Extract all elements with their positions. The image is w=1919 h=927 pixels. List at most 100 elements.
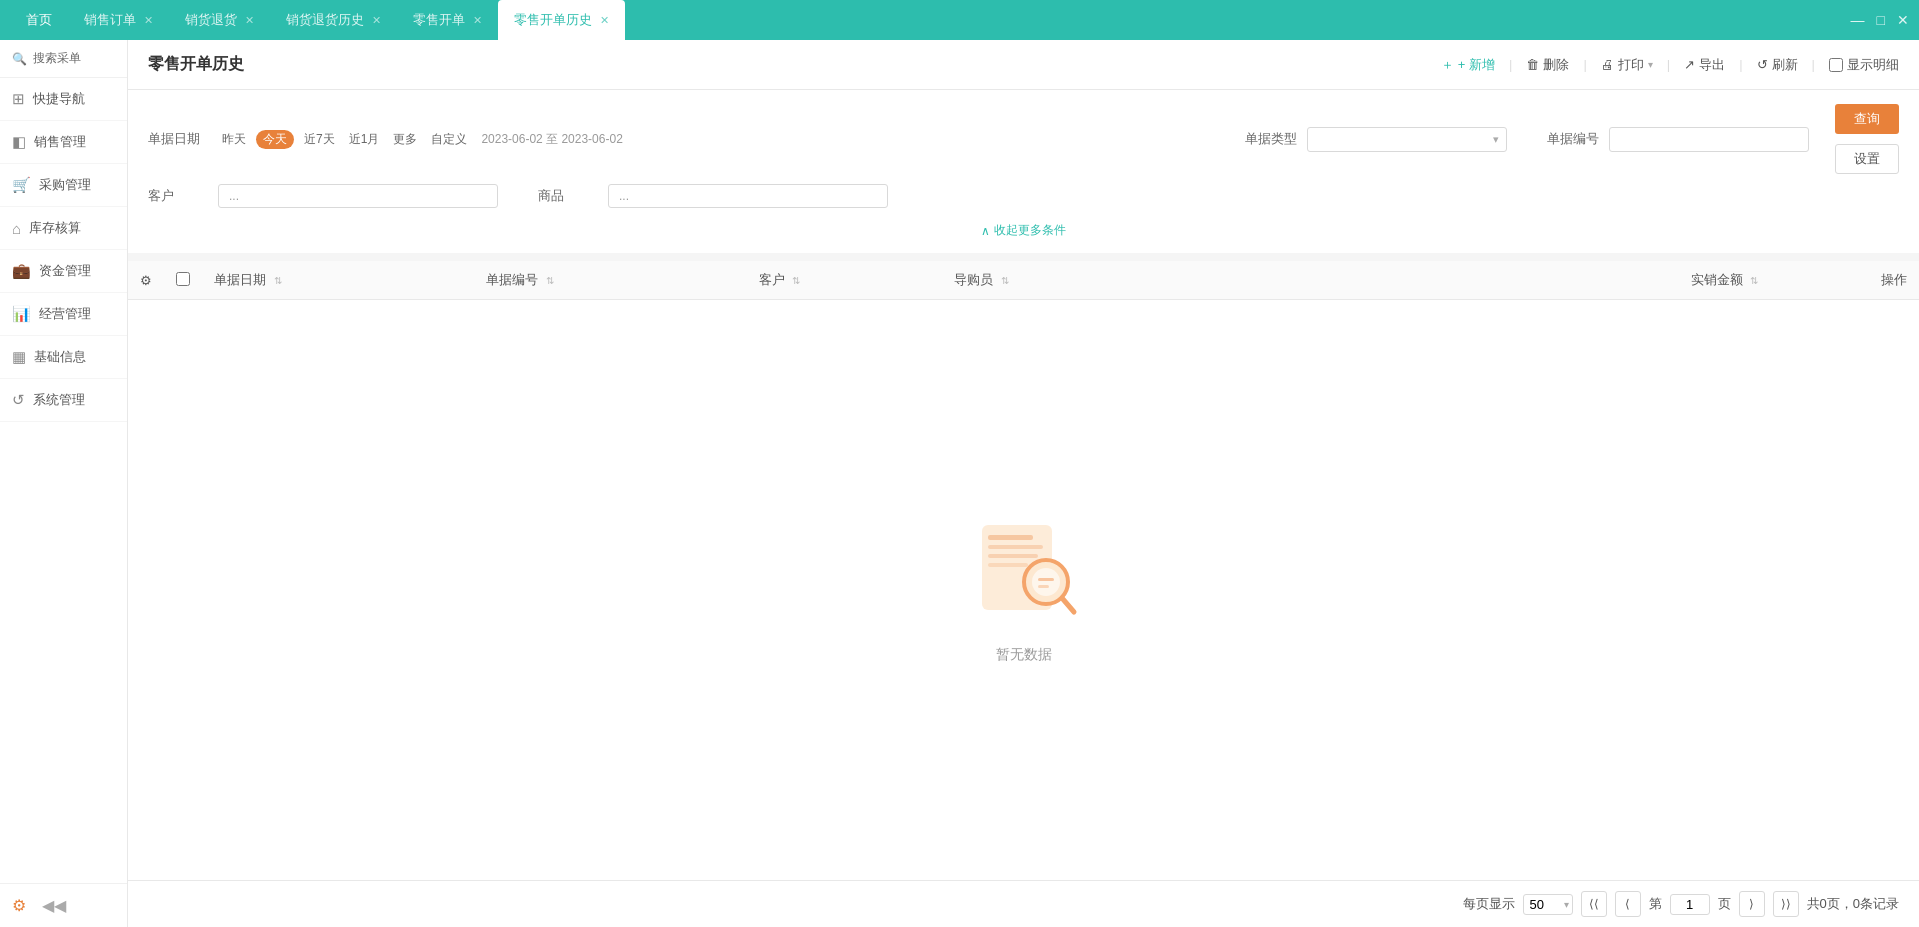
- no-sort-icon[interactable]: ⇅: [546, 275, 554, 286]
- amount-col-label: 实销金额: [1691, 272, 1743, 287]
- no-col-label: 单据编号: [486, 272, 538, 287]
- close-tab-retail-open-history[interactable]: ✕: [600, 14, 609, 27]
- maximize-btn[interactable]: □: [1877, 12, 1885, 28]
- tab-sales-return-history[interactable]: 销货退货历史 ✕: [270, 0, 397, 40]
- amount-sort-icon[interactable]: ⇅: [1750, 275, 1758, 286]
- sidebar-settings-icon[interactable]: ⚙: [12, 896, 26, 915]
- sidebar-search[interactable]: 🔍 搜索采单: [0, 40, 127, 78]
- date-today[interactable]: 今天: [256, 130, 294, 149]
- page-number-input[interactable]: [1670, 894, 1710, 915]
- sidebar-item-purchase-mgmt[interactable]: 🛒 采购管理: [0, 164, 127, 207]
- header-date[interactable]: 单据日期 ⇅: [202, 261, 474, 300]
- minimize-btn[interactable]: —: [1851, 12, 1865, 28]
- header-checkbox[interactable]: [164, 261, 202, 300]
- settings-button[interactable]: 设置: [1835, 144, 1899, 174]
- page-title: 零售开单历史: [148, 54, 244, 89]
- header-no[interactable]: 单据编号 ⇅: [474, 261, 746, 300]
- date-more[interactable]: 更多: [389, 129, 421, 150]
- sidebar-item-quick-nav[interactable]: ⊞ 快捷导航: [0, 78, 127, 121]
- collapse-up-icon: ∧: [981, 224, 990, 238]
- prev-page-btn[interactable]: ⟨: [1615, 891, 1641, 917]
- collapse-more-btn[interactable]: ∧ 收起更多条件: [148, 218, 1899, 245]
- select-all-checkbox[interactable]: [176, 272, 190, 286]
- svg-rect-3: [988, 554, 1038, 558]
- last-page-btn[interactable]: ⟩⟩: [1773, 891, 1799, 917]
- page-suffix: 页: [1718, 895, 1731, 913]
- date-custom[interactable]: 自定义: [427, 129, 471, 150]
- action-col-label: 操作: [1881, 272, 1907, 287]
- page-header: 零售开单历史 ＋ + 新增 | 🗑 删除 | 🖨 打印 ▾ |: [128, 40, 1919, 90]
- display-detail-checkbox-area: 显示明细: [1829, 56, 1899, 74]
- page-label: 第: [1649, 895, 1662, 913]
- goods-input[interactable]: ...: [608, 184, 888, 208]
- sidebar-collapse-icon[interactable]: ◀◀: [42, 896, 66, 915]
- sales-icon: ◧: [12, 133, 26, 151]
- inventory-icon: ⌂: [12, 220, 21, 237]
- sidebar-item-finance[interactable]: 💼 资金管理: [0, 250, 127, 293]
- table-settings-icon[interactable]: ⚙: [140, 273, 152, 288]
- print-button[interactable]: 🖨 打印 ▾: [1601, 56, 1653, 74]
- next-page-btn[interactable]: ⟩: [1739, 891, 1765, 917]
- delete-icon: 🗑: [1526, 57, 1539, 72]
- goods-label: 商品: [538, 187, 598, 205]
- date-yesterday[interactable]: 昨天: [218, 129, 250, 150]
- window-controls: — □ ✕: [1851, 12, 1909, 28]
- add-button[interactable]: ＋ + 新增: [1441, 56, 1495, 74]
- search-icon: 🔍: [12, 52, 27, 66]
- toolbar: ＋ + 新增 | 🗑 删除 | 🖨 打印 ▾ | ↗ 导出: [1441, 56, 1899, 88]
- per-page-select[interactable]: 50 10 20 100: [1523, 894, 1573, 915]
- refresh-button[interactable]: ↺ 刷新: [1757, 56, 1798, 74]
- tab-retail-open[interactable]: 零售开单 ✕: [397, 0, 498, 40]
- tab-retail-open-history[interactable]: 零售开单历史 ✕: [498, 0, 625, 40]
- close-tab-sales-return[interactable]: ✕: [245, 14, 254, 27]
- finance-icon: 💼: [12, 262, 31, 280]
- data-table: ⚙ 单据日期 ⇅ 单据编号 ⇅: [128, 261, 1919, 300]
- tab-sales-return[interactable]: 销货退货 ✕: [169, 0, 270, 40]
- operations-icon: 📊: [12, 305, 31, 323]
- header-customer[interactable]: 客户 ⇅: [747, 261, 942, 300]
- date-7days[interactable]: 近7天: [300, 129, 339, 150]
- quick-nav-icon: ⊞: [12, 90, 25, 108]
- sidebar-item-sales-mgmt[interactable]: ◧ 销售管理: [0, 121, 127, 164]
- guide-sort-icon[interactable]: ⇅: [1001, 275, 1009, 286]
- delete-button[interactable]: 🗑 删除: [1526, 56, 1569, 74]
- doc-no-input[interactable]: [1609, 127, 1809, 152]
- system-icon: ↺: [12, 391, 25, 409]
- header-settings[interactable]: ⚙: [128, 261, 164, 300]
- content-area: 零售开单历史 ＋ + 新增 | 🗑 删除 | 🖨 打印 ▾ |: [128, 40, 1919, 927]
- header-amount[interactable]: 实销金额 ⇅: [1176, 261, 1771, 300]
- sidebar-item-system[interactable]: ↺ 系统管理: [0, 379, 127, 422]
- per-page-select-wrap: 50 10 20 100: [1523, 894, 1573, 915]
- sidebar-item-operations[interactable]: 📊 经营管理: [0, 293, 127, 336]
- display-detail-checkbox[interactable]: [1829, 58, 1843, 72]
- export-button[interactable]: ↗ 导出: [1684, 56, 1725, 74]
- guide-col-label: 导购员: [954, 272, 993, 287]
- empty-state: 暂无数据: [128, 300, 1919, 880]
- tab-bar: 首页 销售订单 ✕ 销货退货 ✕ 销货退货历史 ✕ 零售开单 ✕ 零售开单历史 …: [0, 0, 1919, 40]
- tab-home[interactable]: 首页: [10, 0, 68, 40]
- sidebar-item-inventory[interactable]: ⌂ 库存核算: [0, 207, 127, 250]
- close-tab-sales-return-history[interactable]: ✕: [372, 14, 381, 27]
- header-guide[interactable]: 导购员 ⇅: [942, 261, 1176, 300]
- customer-sort-icon[interactable]: ⇅: [792, 275, 800, 286]
- doc-no-label: 单据编号: [1547, 130, 1599, 148]
- sidebar-item-basic-info[interactable]: ▦ 基础信息: [0, 336, 127, 379]
- close-btn[interactable]: ✕: [1897, 12, 1909, 28]
- print-icon: 🖨: [1601, 57, 1614, 72]
- export-icon: ↗: [1684, 57, 1695, 72]
- svg-rect-2: [988, 545, 1043, 549]
- customer-input[interactable]: ...: [218, 184, 498, 208]
- close-tab-retail-open[interactable]: ✕: [473, 14, 482, 27]
- svg-rect-9: [1038, 585, 1049, 588]
- doc-type-select[interactable]: [1307, 127, 1507, 152]
- svg-rect-4: [988, 563, 1028, 567]
- sidebar-bottom: ⚙ ◀◀: [0, 883, 127, 927]
- header-action: 操作: [1770, 261, 1919, 300]
- query-button[interactable]: 查询: [1835, 104, 1899, 134]
- date-1month[interactable]: 近1月: [345, 129, 384, 150]
- first-page-btn[interactable]: ⟨⟨: [1581, 891, 1607, 917]
- tab-sales-order[interactable]: 销售订单 ✕: [68, 0, 169, 40]
- sidebar: 🔍 搜索采单 ⊞ 快捷导航 ◧ 销售管理 🛒 采购管理 ⌂ 库存核算 💼 资金管…: [0, 40, 128, 927]
- date-sort-icon[interactable]: ⇅: [274, 275, 282, 286]
- close-tab-sales-order[interactable]: ✕: [144, 14, 153, 27]
